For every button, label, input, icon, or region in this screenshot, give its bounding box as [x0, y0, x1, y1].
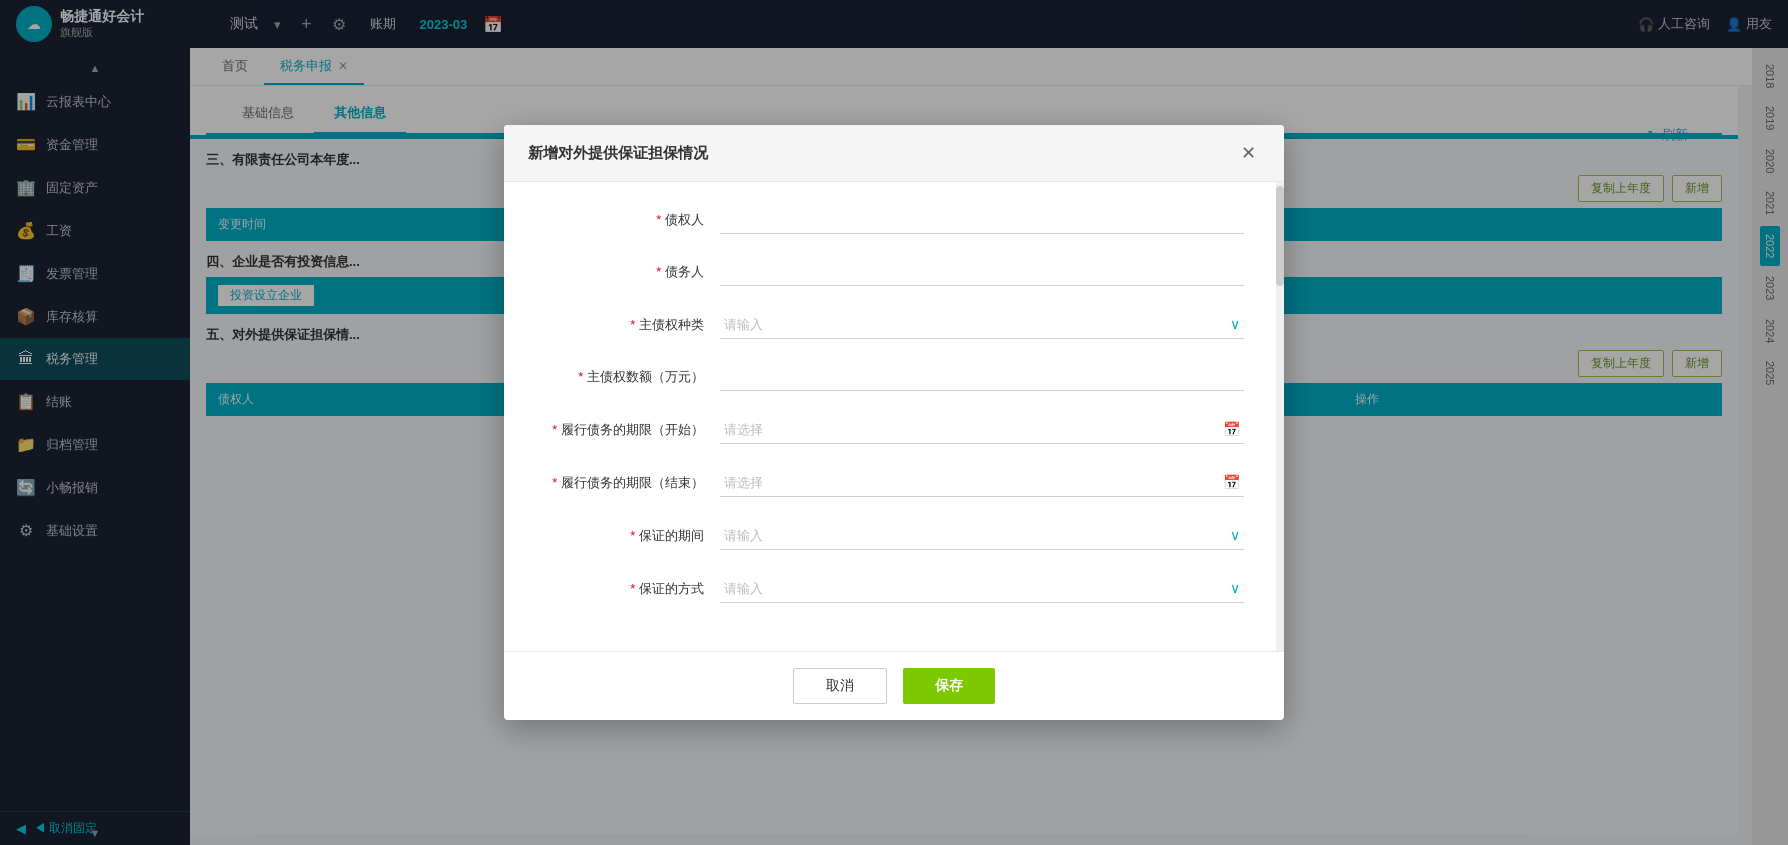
form-row-creditor: * 债权人: [544, 206, 1244, 234]
form-row-debtor: * 债务人: [544, 258, 1244, 286]
date-period-end[interactable]: 📅: [720, 468, 1244, 497]
input-guarantee-period[interactable]: [724, 528, 1230, 543]
modal-title: 新增对外提供保证担保情况: [528, 144, 708, 163]
chevron-down-guarantee-period-icon[interactable]: ∨: [1230, 527, 1240, 543]
calendar-end-icon[interactable]: 📅: [1223, 474, 1240, 490]
input-debt-type[interactable]: [724, 317, 1230, 332]
form-row-guarantee-method: * 保证的方式 ∨: [544, 574, 1244, 603]
label-guarantee-method: * 保证的方式: [544, 580, 704, 598]
input-period-end[interactable]: [724, 475, 1223, 490]
form-row-period-end: * 履行债务的期限（结束） 📅: [544, 468, 1244, 497]
modal-scrollbar-thumb[interactable]: [1276, 186, 1284, 286]
form-row-guarantee-period: * 保证的期间 ∨: [544, 521, 1244, 550]
modal-body: * 债权人 * 债务人 *: [504, 182, 1284, 651]
modal-header: 新增对外提供保证担保情况 ✕: [504, 125, 1284, 182]
modal-overlay: 新增对外提供保证担保情况 ✕ * 债权人 *: [0, 0, 1788, 845]
field-guarantee-method: ∨: [720, 574, 1244, 603]
modal-dialog: 新增对外提供保证担保情况 ✕ * 债权人 *: [504, 125, 1284, 720]
form-row-debt-type: * 主债权种类 ∨: [544, 310, 1244, 339]
chevron-down-icon[interactable]: ∨: [1230, 316, 1240, 332]
form-row-debt-amount: * 主债权数额（万元）: [544, 363, 1244, 391]
select-debt-type[interactable]: ∨: [720, 310, 1244, 339]
modal-close-button[interactable]: ✕: [1236, 141, 1260, 165]
select-guarantee-method[interactable]: ∨: [720, 574, 1244, 603]
input-period-start[interactable]: [724, 422, 1223, 437]
field-debt-type: ∨: [720, 310, 1244, 339]
field-guarantee-period: ∨: [720, 521, 1244, 550]
field-debtor: [720, 258, 1244, 286]
form-row-period-start: * 履行债务的期限（开始） 📅: [544, 415, 1244, 444]
chevron-down-guarantee-method-icon[interactable]: ∨: [1230, 580, 1240, 596]
date-period-start[interactable]: 📅: [720, 415, 1244, 444]
input-guarantee-method[interactable]: [724, 581, 1230, 596]
input-creditor[interactable]: [720, 206, 1244, 234]
field-period-end: 📅: [720, 468, 1244, 497]
field-creditor: [720, 206, 1244, 234]
cancel-button[interactable]: 取消: [793, 668, 887, 704]
select-guarantee-period[interactable]: ∨: [720, 521, 1244, 550]
label-debt-amount: * 主债权数额（万元）: [544, 368, 704, 386]
modal-footer: 取消 保存: [504, 651, 1284, 720]
input-debt-amount[interactable]: [720, 363, 1244, 391]
label-period-start: * 履行债务的期限（开始）: [544, 421, 704, 439]
field-period-start: 📅: [720, 415, 1244, 444]
field-debt-amount: [720, 363, 1244, 391]
modal-scrollbar-track[interactable]: [1276, 182, 1284, 651]
input-debtor[interactable]: [720, 258, 1244, 286]
label-period-end: * 履行债务的期限（结束）: [544, 474, 704, 492]
label-creditor: * 债权人: [544, 211, 704, 229]
calendar-start-icon[interactable]: 📅: [1223, 421, 1240, 437]
label-debtor: * 债务人: [544, 263, 704, 281]
label-guarantee-period: * 保证的期间: [544, 527, 704, 545]
label-debt-type: * 主债权种类: [544, 316, 704, 334]
save-button[interactable]: 保存: [903, 668, 995, 704]
